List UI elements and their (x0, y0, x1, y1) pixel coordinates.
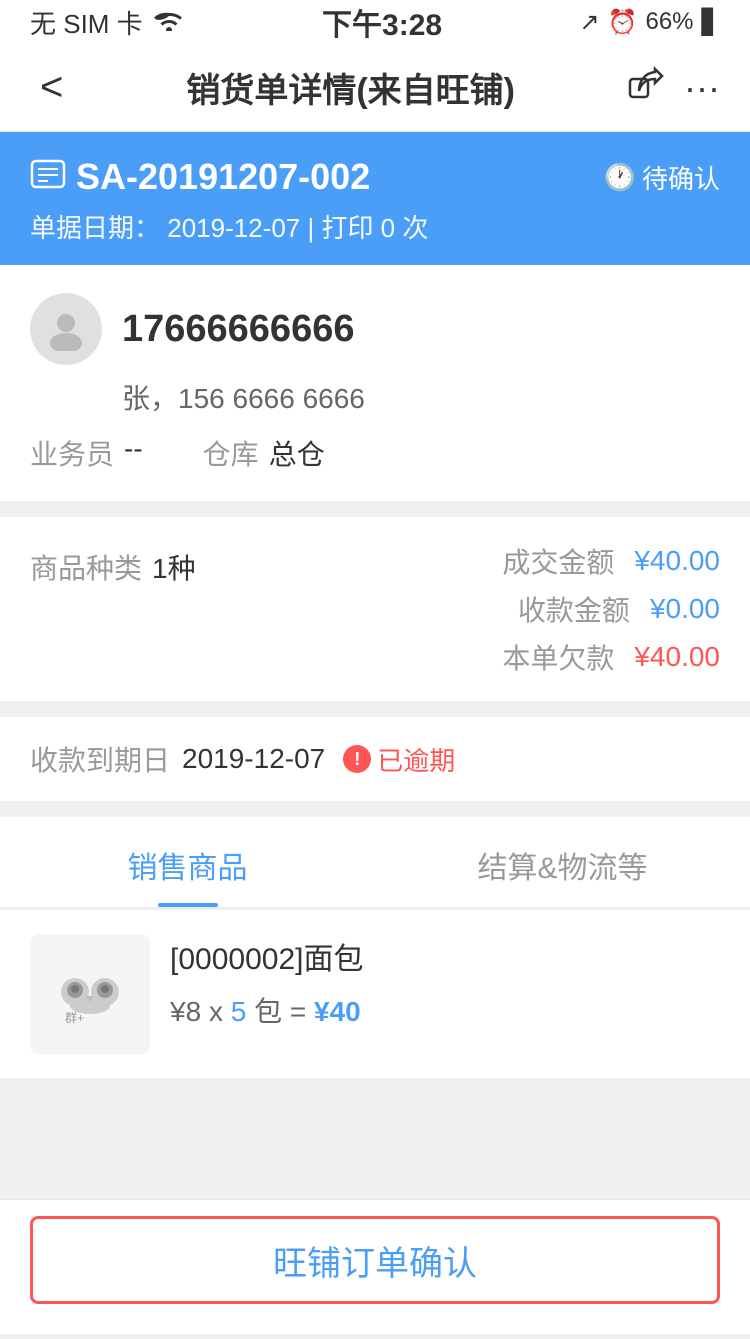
debt-label: 本单欠款 (502, 637, 614, 677)
received-label: 收款金额 (518, 589, 630, 629)
customer-section: 17666666666 张，156 6666 6666 业务员 -- 仓库 总仓 (0, 265, 750, 501)
status-bar: 无 SIM 卡 下午3:28 ↗ ⏰ 66% ▋ (0, 0, 750, 44)
avatar (30, 293, 102, 365)
customer-meta: 业务员 -- 仓库 总仓 (30, 433, 720, 473)
product-image: 群+ (30, 934, 150, 1054)
clock-icon: 🕐 (604, 162, 636, 193)
nav-actions: ··· (628, 65, 720, 110)
amount-value: ¥40.00 (634, 545, 720, 577)
salesman-value: -- (124, 433, 143, 473)
due-section: 收款到期日 2019-12-07 ! 已逾期 (0, 717, 750, 801)
battery-text: 66% (645, 8, 693, 36)
customer-name: 张，156 6666 6666 (122, 377, 720, 417)
carrier-text: 无 SIM 卡 (30, 4, 143, 41)
tabs-bar: 销售商品 结算&物流等 (0, 817, 750, 908)
product-name: [0000002]面包 (170, 934, 720, 978)
warehouse-value: 总仓 (269, 433, 325, 473)
overdue-icon: ! (343, 745, 371, 773)
received-value: ¥0.00 (650, 593, 720, 625)
tabs-section: 销售商品 结算&物流等 (0, 817, 750, 908)
wifi-icon (153, 7, 185, 38)
due-date: 2019-12-07 (182, 743, 325, 775)
more-icon[interactable]: ··· (684, 67, 720, 109)
product-item: 群+ [0000002]面包 ¥8 x 5 包 = ¥40 (0, 910, 750, 1079)
page-title: 销货单详情(来自旺铺) (186, 63, 515, 112)
overdue-text: 已逾期 (377, 741, 455, 778)
order-header: SA-20191207-002 🕐 待确认 单据日期： 2019-12-07 |… (0, 132, 750, 265)
product-type: 商品种类 1种 (30, 541, 196, 587)
confirm-button[interactable]: 旺铺订单确认 (30, 1216, 720, 1304)
overdue-badge: ! 已逾期 (343, 741, 455, 778)
product-price: ¥8 x 5 包 = ¥40 (170, 990, 720, 1030)
order-status: 🕐 待确认 (604, 159, 720, 196)
status-time: 下午3:28 (322, 0, 442, 44)
back-button[interactable]: < (30, 55, 73, 120)
status-right: ↗ ⏰ 66% ▋ (579, 8, 720, 37)
alarm-icon: ⏰ (608, 8, 638, 37)
due-label: 收款到期日 (30, 739, 170, 779)
order-icon (30, 156, 66, 198)
warehouse-label: 仓库 (203, 433, 259, 473)
share-icon[interactable] (628, 65, 664, 110)
tab-sales-products[interactable]: 销售商品 (0, 817, 375, 907)
salesman-label: 业务员 (30, 433, 114, 473)
debt-value: ¥40.00 (634, 641, 720, 673)
svg-text:群+: 群+ (65, 1011, 84, 1024)
amount-summary: 成交金额 ¥40.00 收款金额 ¥0.00 本单欠款 ¥40.00 (502, 541, 720, 677)
bottom-bar: 旺铺订单确认 (0, 1199, 750, 1334)
tab-settlement[interactable]: 结算&物流等 (375, 817, 750, 907)
customer-phone: 17666666666 (122, 308, 354, 351)
product-section: 群+ [0000002]面包 ¥8 x 5 包 = ¥40 (0, 910, 750, 1079)
battery-icon: ▋ (702, 8, 720, 37)
order-date: 单据日期： 2019-12-07 | 打印 0 次 (30, 208, 720, 245)
amount-label: 成交金额 (502, 541, 614, 581)
order-number: SA-20191207-002 (30, 156, 370, 198)
location-icon: ↗ (579, 8, 599, 37)
status-left: 无 SIM 卡 (30, 4, 185, 41)
product-info: [0000002]面包 ¥8 x 5 包 = ¥40 (170, 934, 720, 1030)
nav-bar: < 销货单详情(来自旺铺) ··· (0, 44, 750, 132)
summary-section: 商品种类 1种 成交金额 ¥40.00 收款金额 ¥0.00 本单欠款 ¥40.… (0, 517, 750, 701)
